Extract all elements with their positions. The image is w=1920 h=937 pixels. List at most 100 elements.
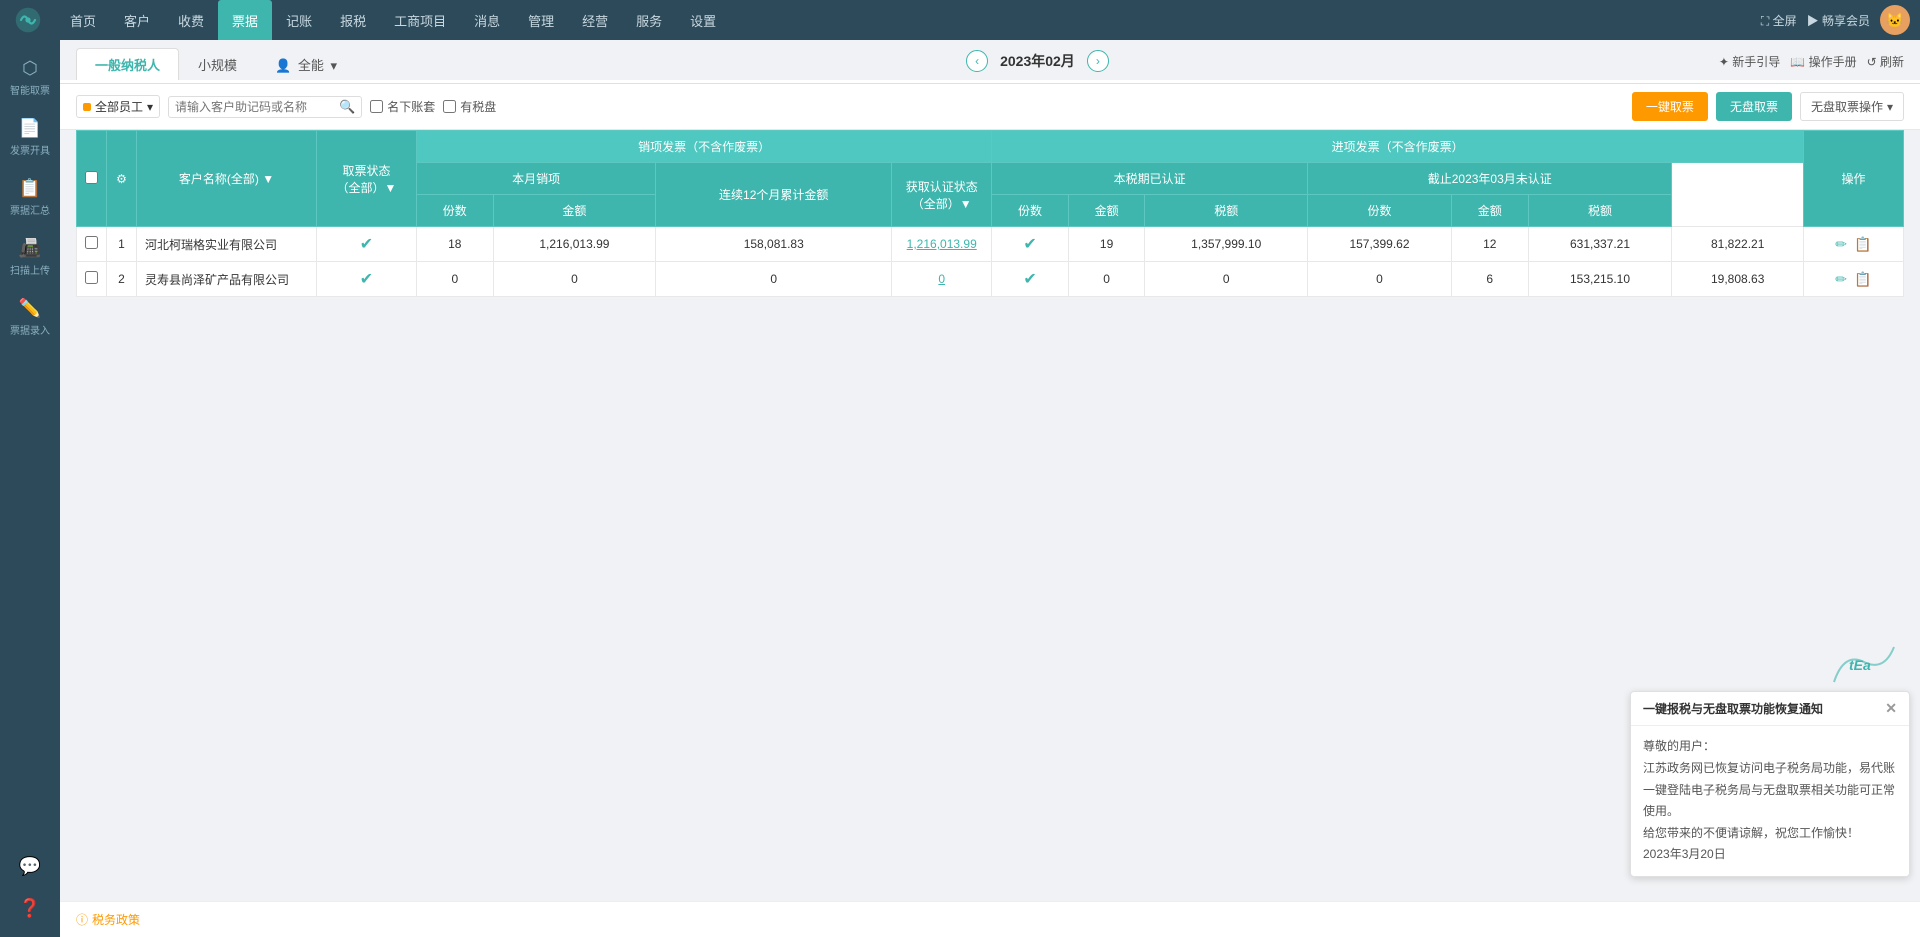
row2-edit-btn[interactable]: ✏ [1835, 271, 1847, 287]
th-purchase-group: 进项发票（不含作废票） [992, 131, 1804, 163]
row2-tax3: 19,808.63 [1672, 262, 1803, 297]
sidebar-item-scan-upload[interactable]: 📠 扫描上传 [0, 230, 60, 285]
row1-tax2: 157,399.62 [1308, 227, 1452, 262]
employee-select[interactable]: 全部员工 ▾ [76, 95, 160, 118]
th-unverified-date: 截止2023年03月未认证 [1308, 163, 1672, 195]
invoice-table: ⚙ 客户名称(全部) ▼ 取票状态（全部）▼ 销项发票（不含作废票） 进项发票（… [76, 130, 1904, 297]
no-disk-ops-btn[interactable]: 无盘取票操作 ▾ [1800, 92, 1904, 121]
row2-amount: 0 [493, 262, 656, 297]
employee-dot [83, 103, 91, 111]
account-checkbox-label[interactable]: 名下账套 [370, 98, 435, 115]
sidebar-item-label-summary: 票据汇总 [10, 202, 50, 217]
select-all-checkbox[interactable] [85, 171, 98, 184]
row1-amount2: 1,357,999.10 [1145, 227, 1308, 262]
no-disk-btn[interactable]: 无盘取票 [1716, 92, 1792, 121]
month-section: ‹ 2023年02月 › [356, 50, 1719, 78]
th-sales-amount: 金额 [493, 195, 656, 227]
invoice-open-icon: 📄 [19, 118, 41, 139]
sidebar-bottom: 💬 ❓ [0, 848, 60, 937]
tab-all-capable[interactable]: 👤 全能 ▾ [256, 48, 356, 80]
row2-copy-btn[interactable]: 📋 [1854, 271, 1871, 287]
fullscreen-btn[interactable]: ⛶ 全屏 [1761, 12, 1797, 29]
nav-message[interactable]: 消息 [460, 0, 514, 40]
row2-actions: ✏ 📋 [1803, 262, 1903, 297]
sidebar-item-chat[interactable]: 💬 [0, 848, 60, 885]
manual-btn[interactable]: 📖 操作手册 [1790, 53, 1856, 70]
th-settings: ⚙ [107, 131, 137, 227]
tax-disk-checkbox[interactable] [443, 100, 456, 113]
nav-fee[interactable]: 收费 [164, 0, 218, 40]
th-unverified-amount: 金额 [1451, 195, 1528, 227]
th-this-month-sales: 本月销项 [417, 163, 656, 195]
sidebar-item-smart-ticket[interactable]: ⬡ 智能取票 [0, 50, 60, 105]
popup-close-btn[interactable]: ✕ [1885, 700, 1897, 717]
toolbar: 全部员工 ▾ 🔍 名下账套 有税盘 一键取票 无盘取票 无盘取票操作 ▾ [60, 84, 1920, 130]
tax-policy-link[interactable]: 税务政策 [92, 911, 140, 928]
row1-copy-btn[interactable]: 📋 [1854, 236, 1871, 252]
popup-corner-decoration: tEa [1824, 642, 1904, 692]
scan-upload-icon: 📠 [19, 238, 41, 259]
sidebar-item-help[interactable]: ❓ [0, 890, 60, 927]
nav-customer[interactable]: 客户 [110, 0, 164, 40]
row2-cumulative: 0 [892, 262, 992, 297]
popup-title: 一键报税与无盘取票功能恢复通知 ✕ [1631, 692, 1909, 726]
top-navigation: 首页 客户 收费 票据 记账 报税 工商项目 消息 管理 经营 服务 设置 ⛶ … [0, 0, 1920, 40]
top-bar: 一般纳税人 小规模 👤 全能 ▾ ‹ 2023年02月 › ✦ 新手引导 📖 操… [60, 40, 1920, 80]
row1-amount: 1,216,013.99 [493, 227, 656, 262]
sidebar-item-label-entry: 票据录入 [10, 322, 50, 337]
sidebar-item-label-open: 发票开具 [10, 142, 50, 157]
th-verified-period: 本税期已认证 [992, 163, 1308, 195]
tax-disk-checkbox-label[interactable]: 有税盘 [443, 98, 496, 115]
one-key-btn[interactable]: 一键取票 [1632, 92, 1708, 121]
row1-tax3: 81,822.21 [1672, 227, 1803, 262]
member-btn[interactable]: ▶ 畅享会员 [1807, 12, 1870, 29]
sidebar: ⬡ 智能取票 📄 发票开具 📋 票据汇总 📠 扫描上传 ✏️ 票据录入 💬 ❓ [0, 40, 60, 937]
next-month-btn[interactable]: › [1087, 50, 1109, 72]
notification-popup: 一键报税与无盘取票功能恢复通知 ✕ 尊敬的用户： 江苏政务网已恢复访问电子税务局… [1630, 691, 1910, 877]
page-tabs: 一般纳税人 小规模 👤 全能 ▾ [76, 48, 356, 80]
nav-settings[interactable]: 设置 [676, 0, 730, 40]
question-icon: ⓘ [76, 911, 88, 928]
nav-invoice[interactable]: 票据 [218, 0, 272, 40]
nav-manage[interactable]: 管理 [514, 0, 568, 40]
nav-tax[interactable]: 报税 [326, 0, 380, 40]
nav-items: 首页 客户 收费 票据 记账 报税 工商项目 消息 管理 经营 服务 设置 [56, 0, 1761, 40]
toolbar-right: 一键取票 无盘取票 无盘取票操作 ▾ [1632, 92, 1904, 121]
nav-home[interactable]: 首页 [56, 0, 110, 40]
th-operation: 操作 [1803, 131, 1903, 227]
popup-content: 尊敬的用户： 江苏政务网已恢复访问电子税务局功能，易代账一键登陆电子税务局与无盘… [1643, 736, 1897, 866]
row1-count3: 12 [1451, 227, 1528, 262]
row1-index: 1 [107, 227, 137, 262]
prev-month-btn[interactable]: ‹ [966, 50, 988, 72]
user-avatar[interactable]: 🐱 [1880, 5, 1910, 35]
refresh-btn[interactable]: ↺ 刷新 [1867, 53, 1904, 70]
nav-service[interactable]: 服务 [622, 0, 676, 40]
search-input[interactable] [175, 100, 335, 114]
svg-text:tEa: tEa [1849, 657, 1871, 673]
sidebar-item-invoice-open[interactable]: 📄 发票开具 [0, 110, 60, 165]
nav-operation[interactable]: 经营 [568, 0, 622, 40]
nav-bookkeeping[interactable]: 记账 [272, 0, 326, 40]
current-month: 2023年02月 [1000, 51, 1075, 71]
th-unverified-count: 份数 [1308, 195, 1452, 227]
row1-cumulative: 1,216,013.99 [892, 227, 992, 262]
employee-dropdown-icon: ▾ [147, 100, 153, 114]
sidebar-item-invoice-entry[interactable]: ✏️ 票据录入 [0, 290, 60, 345]
th-purchase-amount: 金额 [1068, 195, 1145, 227]
new-guide-btn[interactable]: ✦ 新手引导 [1719, 53, 1780, 70]
sidebar-item-label-smart: 智能取票 [10, 82, 50, 97]
invoice-summary-icon: 📋 [19, 178, 41, 199]
row1-count2: 19 [1068, 227, 1145, 262]
search-icon[interactable]: 🔍 [339, 99, 355, 115]
row1-check-icon: ✔ [360, 236, 373, 253]
nav-business[interactable]: 工商项目 [380, 0, 460, 40]
account-checkbox[interactable] [370, 100, 383, 113]
th-cancel-status: 取票状态（全部）▼ [317, 131, 417, 227]
tab-small-scale[interactable]: 小规模 [179, 48, 256, 80]
row2-count3: 6 [1451, 262, 1528, 297]
top-nav-right: ⛶ 全屏 ▶ 畅享会员 🐱 [1761, 5, 1910, 35]
th-verify-status: 获取认证状态（全部）▼ [892, 163, 992, 227]
tab-general-taxpayer[interactable]: 一般纳税人 [76, 48, 179, 80]
sidebar-item-invoice-summary[interactable]: 📋 票据汇总 [0, 170, 60, 225]
row1-edit-btn[interactable]: ✏ [1835, 236, 1847, 252]
